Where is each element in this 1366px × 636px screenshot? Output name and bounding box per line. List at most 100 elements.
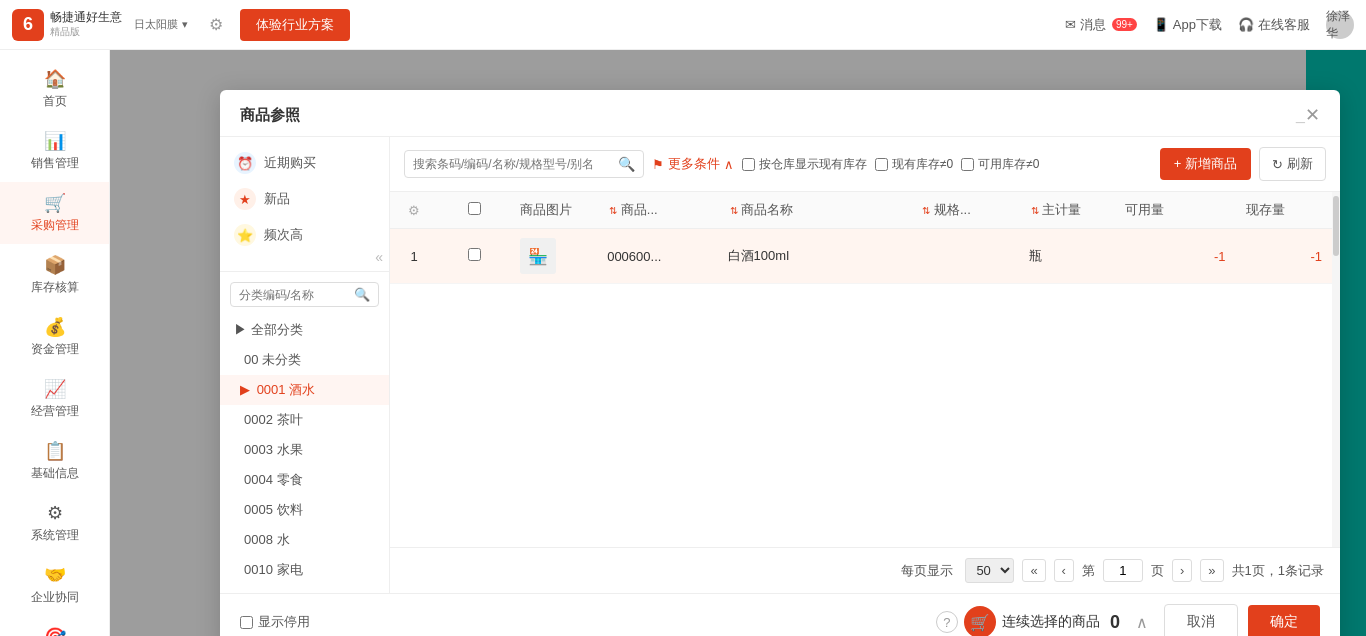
nav-right: ✉ 消息 99+ 📱 App下载 🎧 在线客服 徐泽华 xyxy=(1065,11,1354,39)
help-icon[interactable]: ? xyxy=(936,611,958,633)
th-unit[interactable]: ⇅ 主计量 xyxy=(1019,192,1115,229)
cat-expand-icon: ▶ xyxy=(234,322,251,337)
table-row[interactable]: 1 🏪 00 xyxy=(390,229,1332,284)
cat-beverage[interactable]: 0005 饮料 xyxy=(220,495,389,525)
quick-item-recent[interactable]: ⏰ 近期购买 xyxy=(220,145,389,181)
confirm-button[interactable]: 确定 xyxy=(1248,605,1320,636)
gear-icon[interactable]: ⚙ xyxy=(200,9,232,41)
select-all-checkbox[interactable] xyxy=(468,202,481,215)
page-size-select[interactable]: 50 xyxy=(965,558,1014,583)
th-checkbox xyxy=(438,192,510,229)
product-reference-modal: 商品参照 _ ✕ ⏰ 近期购买 ★ 新品 xyxy=(220,90,1340,636)
first-page-button[interactable]: « xyxy=(1022,559,1045,582)
last-page-button[interactable]: » xyxy=(1200,559,1223,582)
refresh-button[interactable]: ↻ 刷新 xyxy=(1259,147,1326,181)
next-page-button[interactable]: › xyxy=(1172,559,1192,582)
show-disabled-label[interactable]: 显示停用 xyxy=(240,613,310,631)
row-code: 000600... xyxy=(597,229,717,284)
messages-item[interactable]: ✉ 消息 99+ xyxy=(1065,16,1137,34)
guide-icon: 🎯 xyxy=(44,626,66,636)
row-name: 白酒100ml xyxy=(718,229,911,284)
sidebar-item-system[interactable]: ⚙ 系统管理 xyxy=(0,492,109,554)
cat-search-icon[interactable]: 🔍 xyxy=(354,287,370,302)
cat-panel-collapse-icon[interactable]: « xyxy=(375,249,383,265)
search-icon[interactable]: 🔍 xyxy=(618,156,635,172)
row-checkbox[interactable] xyxy=(438,229,510,284)
modal-close-icon[interactable]: ✕ xyxy=(1305,104,1320,126)
sort-unit-icon: ⇅ xyxy=(1031,205,1039,216)
management-icon: 📈 xyxy=(44,378,66,400)
cancel-button[interactable]: 取消 xyxy=(1164,604,1238,636)
sidebar-item-basic-info[interactable]: 📋 基础信息 xyxy=(0,430,109,492)
sidebar-item-management[interactable]: 📈 经营管理 xyxy=(0,368,109,430)
row-img: 🏪 xyxy=(510,229,597,284)
show-disabled-checkbox[interactable] xyxy=(240,616,253,629)
quick-item-freq[interactable]: ⭐ 频次高 xyxy=(220,217,389,253)
row-stock: -1 xyxy=(1236,229,1332,284)
product-search-input[interactable] xyxy=(413,157,614,171)
th-code[interactable]: ⇅ 商品... xyxy=(597,192,717,229)
th-spec[interactable]: ⇅ 规格... xyxy=(910,192,1018,229)
top-nav: 6 畅捷通好生意 精品版 日太阳膜 ▾ ⚙ 体验行业方案 ✉ 消息 99+ 📱 … xyxy=(0,0,1366,50)
sort-name-icon: ⇅ xyxy=(730,205,738,216)
app-download-item[interactable]: 📱 App下载 xyxy=(1153,16,1222,34)
checkbox-current-stock[interactable]: 现有库存≠0 xyxy=(875,156,953,173)
filter-arrow-icon: ∧ xyxy=(724,157,734,172)
th-num: ⚙ xyxy=(390,192,438,229)
cat-divider xyxy=(220,271,389,272)
settings-table-icon[interactable]: ⚙ xyxy=(408,203,420,218)
cat-all[interactable]: ▶ 全部分类 xyxy=(220,315,389,345)
sidebar-item-finance[interactable]: 💰 资金管理 xyxy=(0,306,109,368)
sidebar-item-purchase[interactable]: 🛒 采购管理 xyxy=(0,182,109,244)
th-name[interactable]: ⇅ 商品名称 xyxy=(718,192,911,229)
cat-liquor[interactable]: ▶ 0001 酒水 xyxy=(220,375,389,405)
th-avail: 可用量 xyxy=(1115,192,1235,229)
cart-count: 0 xyxy=(1110,612,1120,633)
cart-icon-button[interactable]: 🛒 xyxy=(964,606,996,636)
cat-fruit[interactable]: 0003 水果 xyxy=(220,435,389,465)
cart-collapse-icon[interactable]: ∧ xyxy=(1130,610,1154,634)
continuous-select-label: 连续选择的商品 xyxy=(1002,613,1100,631)
trial-button[interactable]: 体验行业方案 xyxy=(240,9,350,41)
filter-icon: ⚑ xyxy=(652,157,664,172)
prev-page-button[interactable]: ‹ xyxy=(1054,559,1074,582)
th-img: 商品图片 xyxy=(510,192,597,229)
table-toolbar: 🔍 ⚑ 更多条件 ∧ 按仓库显示现有库存 xyxy=(390,137,1340,192)
cat-tea[interactable]: 0002 茶叶 xyxy=(220,405,389,435)
sidebar-item-enterprise[interactable]: 🤝 企业协同 xyxy=(0,554,109,616)
sidebar-item-home[interactable]: 🏠 首页 xyxy=(0,58,109,120)
sidebar-item-inventory[interactable]: 📦 库存核算 xyxy=(0,244,109,306)
footer-cart-area: ? 🛒 连续选择的商品 0 ∧ xyxy=(936,606,1154,636)
nav-dropdown-branch[interactable]: 日太阳膜 ▾ xyxy=(122,0,200,49)
finance-icon: 💰 xyxy=(44,316,66,338)
online-service-item[interactable]: 🎧 在线客服 xyxy=(1238,16,1310,34)
product-search-box[interactable]: 🔍 xyxy=(404,150,644,178)
table-scrollbar[interactable] xyxy=(1332,192,1340,547)
message-icon: ✉ xyxy=(1065,17,1076,32)
page-unit: 页 xyxy=(1151,562,1164,580)
cat-search-box[interactable]: 🔍 xyxy=(230,282,379,307)
logo-area: 6 畅捷通好生意 精品版 xyxy=(12,9,122,41)
sidebar-item-guide[interactable]: 🎯 新手引导 xyxy=(0,616,109,636)
sidebar-item-sales[interactable]: 📊 销售管理 xyxy=(0,120,109,182)
scrollbar-thumb[interactable] xyxy=(1333,196,1339,256)
quick-item-new[interactable]: ★ 新品 xyxy=(220,181,389,217)
cat-snack[interactable]: 0004 零食 xyxy=(220,465,389,495)
user-avatar[interactable]: 徐泽华 xyxy=(1326,11,1354,39)
table-scroll-inner: ⚙ 商品图片 xyxy=(390,192,1332,547)
modal-collapse-icon[interactable]: _ xyxy=(1296,106,1305,124)
cat-appliance[interactable]: 0010 家电 xyxy=(220,555,389,585)
logo-text: 畅捷通好生意 xyxy=(50,10,122,26)
table-panel: 🔍 ⚑ 更多条件 ∧ 按仓库显示现有库存 xyxy=(390,137,1340,593)
cat-water[interactable]: 0008 水 xyxy=(220,525,389,555)
filter-button[interactable]: ⚑ 更多条件 ∧ xyxy=(652,155,734,173)
cat-unclassified[interactable]: 00 未分类 xyxy=(220,345,389,375)
checkbox-available-stock[interactable]: 可用库存≠0 xyxy=(961,156,1039,173)
new-icon: ★ xyxy=(234,188,256,210)
system-icon: ⚙ xyxy=(47,502,63,524)
checkbox-warehouse-stock[interactable]: 按仓库显示现有库存 xyxy=(742,156,867,173)
new-product-button[interactable]: + 新增商品 xyxy=(1160,148,1251,180)
cat-search-input[interactable] xyxy=(239,288,350,302)
row-unit: 瓶 xyxy=(1019,229,1115,284)
current-page-input[interactable] xyxy=(1103,559,1143,582)
